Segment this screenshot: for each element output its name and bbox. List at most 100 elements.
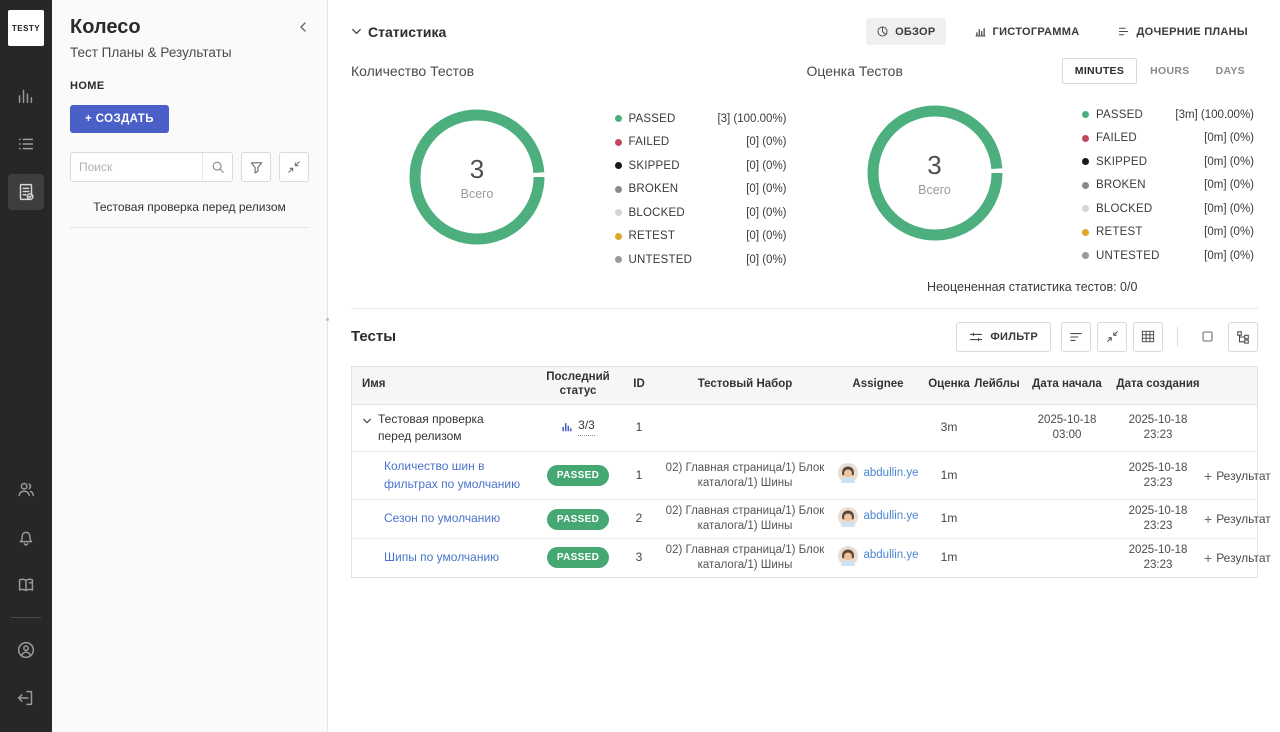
plus-icon: + bbox=[1204, 467, 1213, 484]
assignee-link[interactable]: abdullin.ye bbox=[837, 463, 918, 484]
skipped-dot bbox=[614, 162, 622, 170]
test-name-link[interactable]: Сезон по умолчанию bbox=[384, 510, 500, 527]
side-panel: Колесо Тест Планы & Результаты HOME + СО… bbox=[52, 0, 328, 732]
col-assignee[interactable]: Assignee bbox=[830, 374, 926, 396]
col-suite[interactable]: Тестовый Набор bbox=[660, 374, 830, 396]
tests-count-chart: Количество Тестов 3 Всего PASSED [3] (100… bbox=[351, 59, 791, 294]
breadcrumb-home[interactable]: HOME bbox=[70, 80, 309, 92]
unrated-stats-note: Неоцененная статистика тестов: 0/0 bbox=[927, 279, 1138, 294]
assignee-link[interactable]: abdullin.ye bbox=[837, 506, 918, 527]
histogram-tab[interactable]: ГИСТОГРАММА bbox=[964, 18, 1090, 45]
account-nav-icon[interactable] bbox=[8, 632, 44, 668]
table-row-test[interactable]: Сезон по умолчанию PASSED 2 02) Главная … bbox=[352, 500, 1271, 539]
row-expand-chevron[interactable] bbox=[362, 414, 372, 431]
minutes-toggle[interactable]: MINUTES bbox=[1061, 58, 1138, 84]
table-row-test[interactable]: Шипы по умолчанию PASSED 3 02) Главная с… bbox=[352, 539, 1271, 577]
search-submit[interactable] bbox=[202, 153, 232, 181]
test-suite: 02) Главная страница/1) Блок каталога/1)… bbox=[665, 461, 825, 489]
legend-item-retest: RETEST [0m] (0%) bbox=[1082, 221, 1254, 245]
test-name-link[interactable]: Шипы по умолчанию bbox=[384, 549, 499, 566]
legend-item-untested: UNTESTED [0m] (0%) bbox=[1082, 244, 1254, 268]
test-created-date: 2025-10-18 23:23 bbox=[1128, 544, 1188, 571]
col-score[interactable]: Оценка bbox=[926, 374, 972, 396]
status-badge[interactable]: PASSED bbox=[546, 465, 610, 487]
estimate-total-label: Всего bbox=[918, 182, 951, 197]
table-row-test[interactable]: Количество шин в фильтрах по умолчанию P… bbox=[352, 452, 1271, 501]
col-actions bbox=[1204, 381, 1257, 389]
col-start[interactable]: Дата начала bbox=[1022, 374, 1112, 396]
assignee-link[interactable]: abdullin.ye bbox=[837, 545, 918, 566]
avatar bbox=[837, 506, 858, 527]
test-created-date: 2025-10-18 23:23 bbox=[1128, 461, 1188, 489]
funnel-icon bbox=[250, 161, 262, 173]
filter-tree-button[interactable] bbox=[241, 152, 271, 182]
add-result-button[interactable]: + Результат bbox=[1204, 468, 1280, 484]
test-plans-nav-icon[interactable] bbox=[8, 174, 44, 210]
plus-icon: + bbox=[1204, 511, 1213, 527]
col-name[interactable]: Имя bbox=[352, 374, 538, 396]
account-icon bbox=[17, 641, 35, 659]
chevron-down-icon bbox=[363, 418, 371, 423]
square-icon bbox=[1202, 331, 1212, 342]
sort-icon bbox=[1070, 332, 1082, 341]
overview-tab[interactable]: ОБЗОР bbox=[866, 18, 946, 45]
child-plans-tab-label: ДОЧЕРНИЕ ПЛАНЫ bbox=[1136, 25, 1248, 38]
sort-button[interactable] bbox=[1061, 321, 1091, 352]
days-toggle[interactable]: DAYS bbox=[1203, 58, 1258, 84]
legend-item-broken: BROKEN [0] (0%) bbox=[614, 178, 787, 202]
plan-labels bbox=[972, 424, 1022, 432]
collapse-panel-button[interactable] bbox=[297, 20, 309, 38]
count-legend: PASSED [3] (100.00%) FAILED [0] (0%) SKIPP… bbox=[614, 107, 787, 272]
add-result-button[interactable]: + Результат bbox=[1204, 511, 1280, 527]
main-content: Статистика ОБЗОР ГИСТОГРАММА ДОЧЕРНИЕ ПЛ… bbox=[329, 0, 1280, 732]
test-name-link[interactable]: Количество шин в фильтрах по умолчанию bbox=[384, 458, 524, 493]
search-input[interactable] bbox=[71, 160, 202, 174]
test-score: 1m bbox=[940, 467, 958, 482]
logout-nav-icon[interactable] bbox=[8, 680, 44, 716]
overview-tab-label: ОБЗОР bbox=[895, 25, 936, 38]
collapse-tree-button[interactable] bbox=[279, 152, 309, 182]
filter-button[interactable]: ФИЛЬТР bbox=[956, 321, 1051, 352]
docs-nav-icon[interactable] bbox=[8, 567, 44, 603]
users-nav-icon[interactable] bbox=[8, 471, 44, 507]
legend-item-skipped: SKIPPED [0] (0%) bbox=[614, 154, 787, 178]
tree-view-button[interactable] bbox=[1228, 321, 1258, 352]
failed-dot bbox=[1082, 134, 1089, 142]
table-row-plan[interactable]: Тестовая проверка перед релизом 3/3 1 3m… bbox=[352, 405, 1257, 453]
add-result-button[interactable]: + Результат bbox=[1204, 550, 1280, 566]
plan-status-link[interactable]: 3/3 bbox=[561, 418, 595, 436]
status-badge[interactable]: PASSED bbox=[546, 547, 610, 569]
mini-bar-chart-icon bbox=[562, 423, 572, 432]
statistics-nav-icon[interactable] bbox=[8, 78, 44, 114]
col-id[interactable]: ID bbox=[618, 374, 660, 396]
statistics-section-toggle[interactable]: Статистика bbox=[351, 24, 446, 40]
hours-toggle[interactable]: HOURS bbox=[1137, 58, 1202, 84]
child-plans-tab[interactable]: ДОЧЕРНИЕ ПЛАНЫ bbox=[1107, 18, 1258, 45]
test-suites-nav-icon[interactable] bbox=[8, 126, 44, 162]
untested-dot bbox=[1082, 252, 1089, 260]
chevron-down-icon bbox=[352, 28, 361, 35]
status-badge[interactable]: PASSED bbox=[546, 508, 610, 530]
plan-name[interactable]: Тестовая проверка перед релизом bbox=[378, 411, 506, 446]
statistics-title: Статистика bbox=[368, 23, 447, 40]
table-header-row: Имя Последний статус ID Тестовый Набор A… bbox=[352, 366, 1257, 405]
plus-icon: + bbox=[1204, 549, 1213, 566]
project-title: Колесо bbox=[70, 16, 141, 38]
notifications-nav-icon[interactable] bbox=[8, 519, 44, 555]
testy-logo[interactable]: TESTY bbox=[8, 10, 44, 46]
controls-divider bbox=[1177, 326, 1178, 347]
col-status[interactable]: Последний статус bbox=[538, 367, 618, 403]
collapse-rows-button[interactable] bbox=[1097, 321, 1127, 352]
count-total-value: 3 bbox=[469, 153, 485, 184]
legend-item-blocked: BLOCKED [0] (0%) bbox=[614, 201, 787, 225]
flat-view-button[interactable] bbox=[1192, 321, 1222, 352]
plan-tree-item[interactable]: Тестовая проверка перед релизом bbox=[70, 200, 309, 228]
column-settings-button[interactable] bbox=[1133, 321, 1163, 352]
logout-icon bbox=[17, 690, 33, 706]
broken-dot bbox=[614, 185, 622, 193]
col-labels[interactable]: Лейблы bbox=[972, 374, 1022, 396]
col-created[interactable]: Дата создания bbox=[1112, 374, 1204, 396]
search-box bbox=[70, 152, 233, 182]
create-button[interactable]: + СОЗДАТЬ bbox=[70, 105, 169, 133]
icon-rail: TESTY bbox=[0, 0, 52, 732]
